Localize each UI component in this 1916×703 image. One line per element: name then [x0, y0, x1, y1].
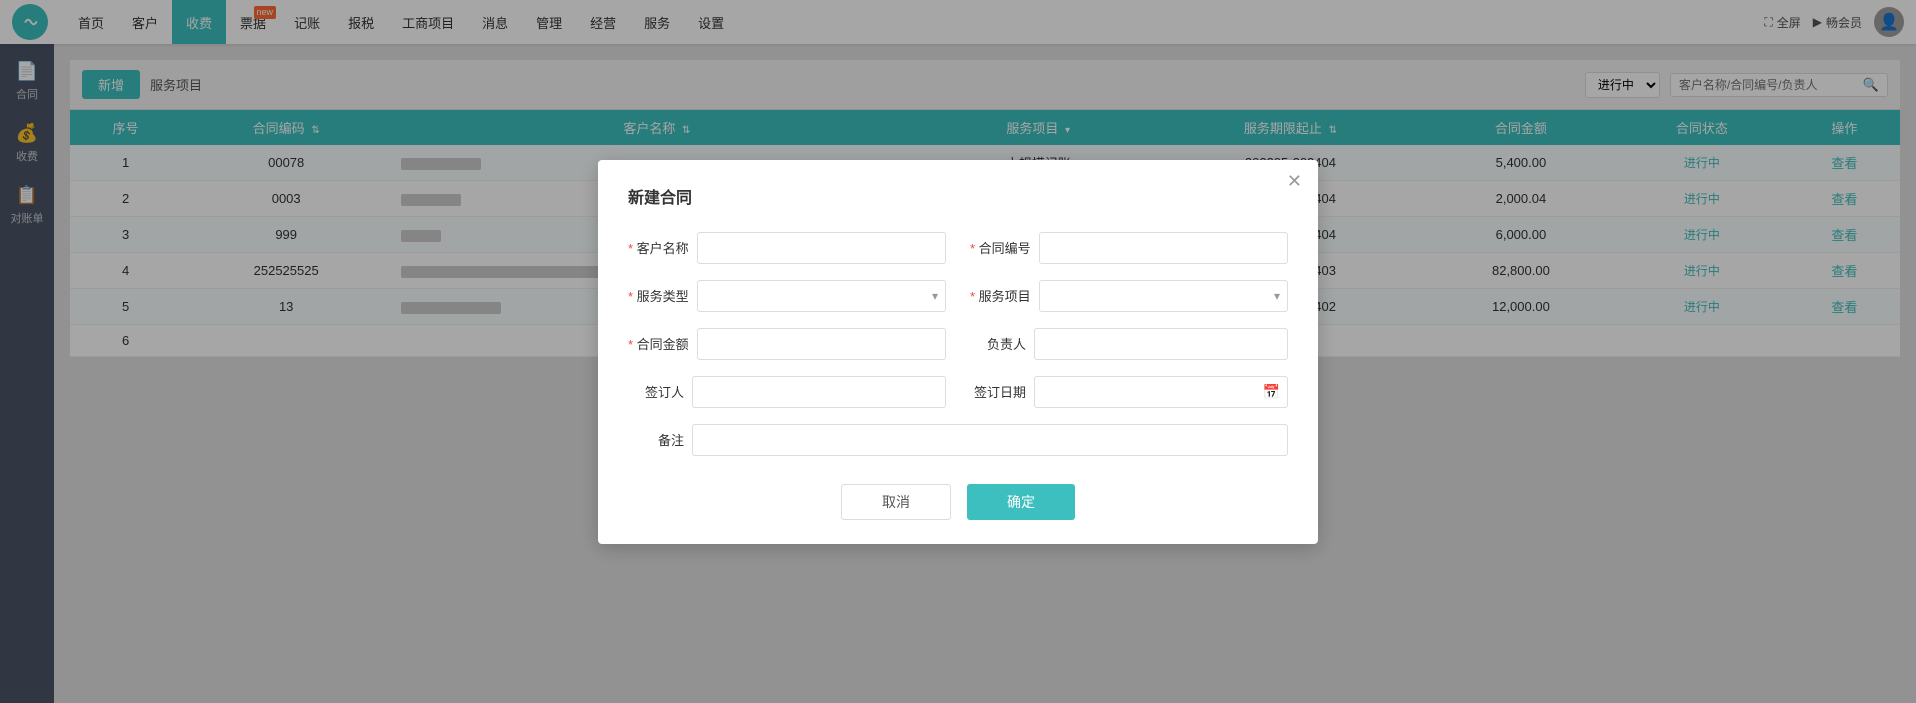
form-row-signer: 签订人: [628, 376, 946, 408]
cancel-button[interactable]: 取消: [841, 484, 951, 520]
form-row-amount: 合同金额 0.00: [628, 328, 946, 360]
service-type-label: 服务类型: [628, 286, 689, 305]
confirm-button[interactable]: 确定: [967, 484, 1075, 520]
form-row-remark: 备注: [628, 424, 1288, 456]
responsible-label: 负责人: [970, 334, 1026, 353]
contract-amount-input[interactable]: 0.00: [697, 328, 946, 360]
signer-label: 签订人: [628, 382, 684, 401]
service-item-select[interactable]: [1039, 280, 1288, 312]
remark-label: 备注: [628, 430, 684, 449]
form-row-responsible: 负责人: [970, 328, 1288, 360]
form-row-sign-date: 签订日期 2023-06-06 📅: [970, 376, 1288, 408]
responsible-input[interactable]: [1034, 328, 1288, 360]
modal-close-button[interactable]: ✕: [1287, 172, 1302, 190]
sign-date-label: 签订日期: [970, 382, 1026, 401]
signer-input[interactable]: [692, 376, 946, 408]
service-type-select-wrapper: ▾: [697, 280, 946, 312]
remark-input[interactable]: [692, 424, 1288, 456]
contract-no-label: 合同编号: [970, 238, 1031, 257]
customer-name-input[interactable]: [697, 232, 946, 264]
service-type-select[interactable]: [697, 280, 946, 312]
service-item-select-wrapper: ▾: [1039, 280, 1288, 312]
calendar-icon[interactable]: 📅: [1263, 383, 1280, 400]
form-row-customer: 客户名称: [628, 232, 946, 264]
contract-amount-label: 合同金额: [628, 334, 689, 353]
modal-footer: 取消 确定: [628, 484, 1288, 520]
service-item-label: 服务项目: [970, 286, 1031, 305]
sign-date-input[interactable]: 2023-06-06: [1034, 376, 1288, 408]
modal-title: 新建合同: [628, 184, 1288, 208]
modal-new-contract: ✕ 新建合同 客户名称 合同编号 服务类型: [598, 160, 1318, 544]
customer-name-label: 客户名称: [628, 238, 689, 257]
date-wrapper: 2023-06-06 📅: [1034, 376, 1288, 408]
modal-overlay[interactable]: ✕ 新建合同 客户名称 合同编号 服务类型: [54, 44, 1916, 703]
main-layout: 📄 合同 💰 收费 📋 对账单 新增 服务项目 进行中 已完成 已终止: [0, 44, 1916, 703]
form-grid: 客户名称 合同编号 服务类型 ▾: [628, 232, 1288, 456]
form-row-service-type: 服务类型 ▾: [628, 280, 946, 312]
content-area: 新增 服务项目 进行中 已完成 已终止 🔍 序号: [54, 44, 1916, 703]
form-row-contract-no: 合同编号: [970, 232, 1288, 264]
contract-no-input[interactable]: [1039, 232, 1288, 264]
form-row-service-item: 服务项目 ▾: [970, 280, 1288, 312]
